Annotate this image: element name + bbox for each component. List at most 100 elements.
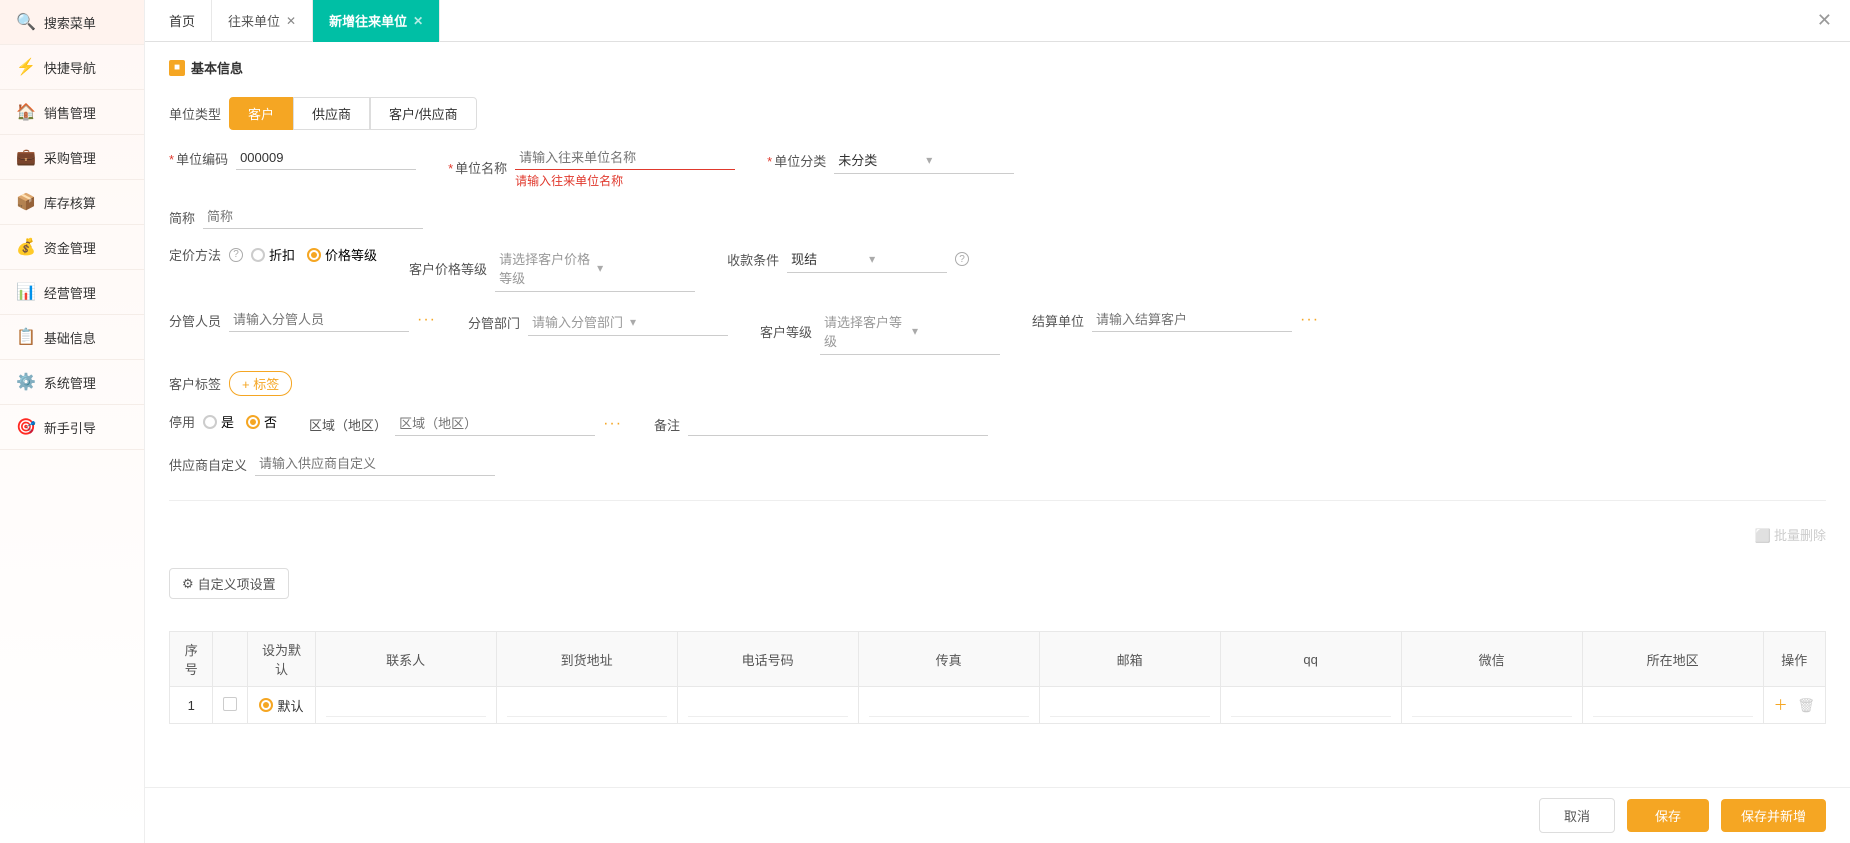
sidebar-item-label: 搜索菜单 — [44, 13, 96, 32]
wechat-input[interactable] — [1412, 693, 1572, 717]
sidebar: 🔍 搜索菜单 ⚡ 快捷导航 🏠 销售管理 💼 采购管理 📦 库存核算 💰 资金管… — [0, 0, 145, 843]
batch-delete-label: 批量删除 — [1774, 528, 1826, 543]
save-button[interactable]: 保存 — [1627, 799, 1709, 832]
col-seq: 序号 — [170, 632, 213, 687]
window-close-button[interactable]: ✕ — [1807, 10, 1842, 31]
row-default-cell: 默认 — [248, 687, 315, 724]
pricing-help-icon[interactable]: ? — [229, 248, 243, 262]
sidebar-item-sales[interactable]: 🏠 销售管理 — [0, 90, 144, 135]
email-input[interactable] — [1050, 693, 1210, 717]
tab-partner-close[interactable]: ✕ — [286, 14, 296, 28]
save-and-new-button[interactable]: 保存并新增 — [1721, 799, 1826, 832]
fax-input[interactable] — [869, 693, 1029, 717]
row-wechat[interactable] — [1401, 687, 1582, 724]
remark-field: 备注 — [654, 412, 988, 436]
qq-input[interactable] — [1231, 693, 1391, 717]
payment-select[interactable]: 现结 ▾ — [787, 245, 947, 273]
row-delete-button[interactable]: 🗑 — [1797, 697, 1815, 713]
payment-help-icon[interactable]: ? — [955, 252, 969, 266]
settlement-dots-btn[interactable]: ··· — [1300, 311, 1319, 329]
tab-new-partner[interactable]: 新增往来单位 ✕ — [313, 0, 440, 42]
abbr-input[interactable] — [203, 205, 423, 229]
type-btn-supplier[interactable]: 供应商 — [293, 97, 370, 130]
row-default-radio[interactable]: 默认 — [258, 696, 304, 715]
remark-input[interactable] — [688, 412, 988, 436]
tab-home[interactable]: 首页 — [153, 0, 212, 42]
sidebar-item-label: 基础信息 — [44, 328, 96, 347]
disable-label: 停用 — [169, 412, 195, 431]
disable-no-circle — [246, 415, 260, 429]
cancel-button[interactable]: 取消 — [1539, 798, 1615, 833]
region-dots-btn[interactable]: ··· — [603, 415, 622, 433]
sidebar-item-inventory[interactable]: 📦 库存核算 — [0, 180, 144, 225]
row-checkbox-cell[interactable] — [213, 687, 248, 724]
category-chevron-icon: ▾ — [926, 153, 1010, 167]
manager-input[interactable] — [229, 308, 409, 332]
custom-settings-button[interactable]: ⚙ 自定义项设置 — [169, 568, 289, 599]
unit-name-input[interactable] — [515, 146, 735, 170]
payment-chevron-icon: ▾ — [869, 252, 943, 266]
unit-type-field: 单位类型 客户 供应商 客户/供应商 — [169, 97, 477, 130]
region-input[interactable] — [395, 412, 595, 436]
pricing-radio-price-level[interactable]: 价格等级 — [307, 245, 377, 264]
contact-input[interactable] — [326, 693, 486, 717]
row-fax[interactable] — [858, 687, 1039, 724]
manager-dots-btn[interactable]: ··· — [417, 311, 436, 329]
customer-price-placeholder: 请选择客户价格等级 — [499, 249, 593, 287]
contact-table: 序号 设为默认 联系人 到货地址 电话号码 传真 邮箱 qq 微信 所在地区 操… — [169, 631, 1826, 724]
type-btn-both[interactable]: 客户/供应商 — [370, 97, 477, 130]
row-checkbox[interactable] — [223, 697, 237, 711]
settlement-input[interactable] — [1092, 308, 1292, 332]
row-location[interactable] — [1582, 687, 1763, 724]
unit-type-label: 单位类型 — [169, 104, 221, 123]
sidebar-item-system[interactable]: ⚙️ 系统管理 — [0, 360, 144, 405]
row-add-button[interactable]: ＋ — [1774, 697, 1788, 713]
supplier-custom-input[interactable] — [255, 452, 495, 476]
customer-price-select[interactable]: 请选择客户价格等级 ▾ — [495, 245, 695, 292]
batch-delete-icon: ⬜ — [1754, 528, 1770, 543]
row-contact[interactable] — [315, 687, 496, 724]
unit-code-input[interactable] — [236, 146, 416, 170]
sidebar-item-operation[interactable]: 📊 经营管理 — [0, 270, 144, 315]
type-btn-customer[interactable]: 客户 — [229, 97, 293, 130]
dept-chevron-icon: ▾ — [630, 315, 724, 329]
sidebar-item-quicknav[interactable]: ⚡ 快捷导航 — [0, 45, 144, 90]
tab-partner[interactable]: 往来单位 ✕ — [212, 0, 313, 42]
sidebar-item-search[interactable]: 🔍 搜索菜单 — [0, 0, 144, 45]
sidebar-item-finance[interactable]: 💰 资金管理 — [0, 225, 144, 270]
disable-yes[interactable]: 是 — [203, 412, 234, 431]
inventory-icon: 📦 — [16, 192, 36, 212]
sidebar-item-purchase[interactable]: 💼 采购管理 — [0, 135, 144, 180]
col-phone: 电话号码 — [677, 632, 858, 687]
unit-name-field: *单位名称 请输入往来单位名称 — [448, 146, 735, 189]
quicknav-icon: ⚡ — [16, 57, 36, 77]
pricing-radio-discount[interactable]: 折扣 — [251, 245, 295, 264]
unit-type-row: 单位类型 客户 供应商 客户/供应商 — [169, 97, 1826, 130]
location-input[interactable] — [1593, 693, 1753, 717]
dept-field: 分管部门 请输入分管部门 ▾ — [468, 308, 728, 336]
unit-category-select[interactable]: 未分类 ▾ — [834, 146, 1014, 174]
tab-new-partner-close[interactable]: ✕ — [413, 14, 423, 28]
dept-select[interactable]: 请输入分管部门 ▾ — [528, 308, 728, 336]
batch-del-row: ⬜ 批量删除 — [169, 525, 1826, 548]
unit-name-error: 请输入往来单位名称 — [515, 172, 735, 189]
row-address[interactable] — [496, 687, 677, 724]
sidebar-item-basic[interactable]: 📋 基础信息 — [0, 315, 144, 360]
address-input[interactable] — [507, 693, 667, 717]
row-qq[interactable] — [1220, 687, 1401, 724]
row-email[interactable] — [1039, 687, 1220, 724]
customer-level-select[interactable]: 请选择客户等级 ▾ — [820, 308, 1000, 355]
disable-no[interactable]: 否 — [246, 412, 277, 431]
add-tag-button[interactable]: + 标签 — [229, 371, 292, 396]
phone-input[interactable] — [688, 693, 848, 717]
tag-label: 客户标签 — [169, 374, 221, 393]
manager-field: 分管人员 ··· — [169, 308, 436, 332]
col-address: 到货地址 — [496, 632, 677, 687]
col-action: 操作 — [1763, 632, 1825, 687]
row-seq: 1 — [170, 687, 213, 724]
search-icon: 🔍 — [16, 12, 36, 32]
sidebar-item-guide[interactable]: 🎯 新手引导 — [0, 405, 144, 450]
row-phone[interactable] — [677, 687, 858, 724]
batch-delete-btn[interactable]: ⬜ 批量删除 — [1754, 525, 1826, 544]
payment-field: 收款条件 现结 ▾ ? — [727, 245, 969, 273]
